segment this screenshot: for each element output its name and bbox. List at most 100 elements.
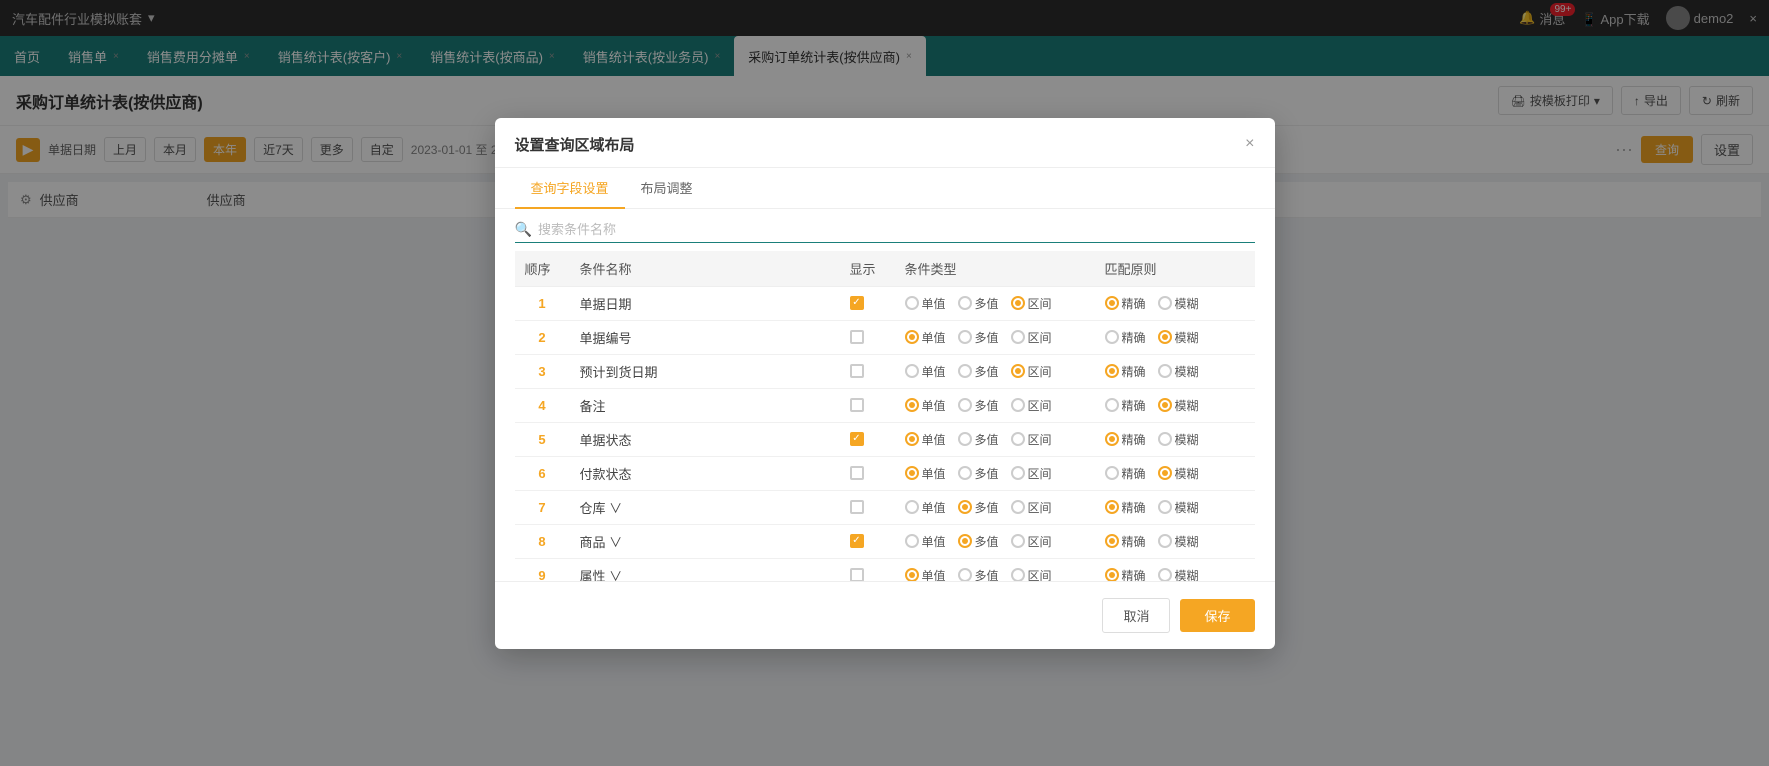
type-radio-单值[interactable]: 单值 — [905, 363, 946, 380]
condition-name-cell: 单据日期 — [570, 286, 840, 320]
type-radio-区间[interactable]: 区间 — [1011, 499, 1052, 516]
type-radio-多值[interactable]: 多值 — [958, 397, 999, 414]
condition-name-cell: 属性 ∨ — [570, 558, 840, 581]
display-checkbox-cell[interactable] — [840, 456, 895, 490]
display-checkbox-cell[interactable] — [840, 524, 895, 558]
type-radio-多值[interactable]: 多值 — [958, 567, 999, 581]
display-checkbox[interactable] — [850, 568, 864, 581]
display-checkbox[interactable] — [850, 534, 864, 548]
display-checkbox[interactable] — [850, 398, 864, 412]
display-checkbox-cell[interactable] — [840, 286, 895, 320]
type-radio-区间[interactable]: 区间 — [1011, 567, 1052, 581]
match-radio-模糊[interactable]: 模糊 — [1158, 329, 1199, 346]
radio-circle — [905, 534, 919, 548]
match-radio-模糊[interactable]: 模糊 — [1158, 431, 1199, 448]
display-checkbox[interactable] — [850, 432, 864, 446]
type-radio-单值[interactable]: 单值 — [905, 295, 946, 312]
match-cell: 精确模糊 — [1095, 286, 1255, 320]
order-cell: 5 — [515, 422, 570, 456]
match-radio-模糊[interactable]: 模糊 — [1158, 533, 1199, 550]
match-cell: 精确模糊 — [1095, 490, 1255, 524]
modal-table: 顺序 条件名称 显示 条件类型 匹配原则 1单据日期单值多值区间精确模糊2单据编… — [515, 251, 1255, 581]
type-radio-单值[interactable]: 单值 — [905, 431, 946, 448]
display-checkbox-cell[interactable] — [840, 490, 895, 524]
radio-circle — [1011, 432, 1025, 446]
type-radio-单值[interactable]: 单值 — [905, 329, 946, 346]
display-checkbox[interactable] — [850, 364, 864, 378]
type-radio-单值[interactable]: 单值 — [905, 567, 946, 581]
match-radio-模糊[interactable]: 模糊 — [1158, 499, 1199, 516]
radio-circle — [1105, 364, 1119, 378]
tab-layout-adjust[interactable]: 布局调整 — [625, 168, 709, 209]
order-cell: 8 — [515, 524, 570, 558]
condition-name-cell: 预计到货日期 — [570, 354, 840, 388]
col-order: 顺序 — [515, 251, 570, 287]
radio-circle — [1011, 466, 1025, 480]
search-input[interactable] — [538, 222, 738, 237]
radio-circle — [1011, 296, 1025, 310]
display-checkbox-cell[interactable] — [840, 388, 895, 422]
table-row: 2单据编号单值多值区间精确模糊 — [515, 320, 1255, 354]
match-radio-精确[interactable]: 精确 — [1105, 499, 1146, 516]
match-radio-精确[interactable]: 精确 — [1105, 431, 1146, 448]
type-radio-单值[interactable]: 单值 — [905, 397, 946, 414]
cancel-btn[interactable]: 取消 — [1102, 598, 1170, 633]
table-row: 6付款状态单值多值区间精确模糊 — [515, 456, 1255, 490]
display-checkbox-cell[interactable] — [840, 558, 895, 581]
type-radio-区间[interactable]: 区间 — [1011, 397, 1052, 414]
match-radio-模糊[interactable]: 模糊 — [1158, 295, 1199, 312]
col-match: 匹配原则 — [1095, 251, 1255, 287]
tab-query-fields[interactable]: 查询字段设置 — [515, 168, 625, 209]
save-btn[interactable]: 保存 — [1180, 599, 1254, 632]
display-checkbox[interactable] — [850, 296, 864, 310]
match-radio-模糊[interactable]: 模糊 — [1158, 465, 1199, 482]
match-radio-精确[interactable]: 精确 — [1105, 397, 1146, 414]
display-checkbox-cell[interactable] — [840, 422, 895, 456]
type-radio-多值[interactable]: 多值 — [958, 363, 999, 380]
display-checkbox[interactable] — [850, 466, 864, 480]
display-checkbox-cell[interactable] — [840, 320, 895, 354]
type-radio-单值[interactable]: 单值 — [905, 499, 946, 516]
type-radio-多值[interactable]: 多值 — [958, 465, 999, 482]
type-radio-单值[interactable]: 单值 — [905, 533, 946, 550]
type-radio-多值[interactable]: 多值 — [958, 499, 999, 516]
table-row: 4备注单值多值区间精确模糊 — [515, 388, 1255, 422]
match-radio-精确[interactable]: 精确 — [1105, 295, 1146, 312]
radio-circle — [1011, 500, 1025, 514]
type-radio-多值[interactable]: 多值 — [958, 431, 999, 448]
match-radio-模糊[interactable]: 模糊 — [1158, 363, 1199, 380]
condition-name-cell: 商品 ∨ — [570, 524, 840, 558]
type-radio-区间[interactable]: 区间 — [1011, 533, 1052, 550]
radio-circle — [958, 398, 972, 412]
table-row: 7仓库 ∨单值多值区间精确模糊 — [515, 490, 1255, 524]
type-cell: 单值多值区间 — [895, 388, 1095, 422]
display-checkbox-cell[interactable] — [840, 354, 895, 388]
radio-circle — [1158, 568, 1172, 581]
modal-close-btn[interactable]: × — [1245, 135, 1254, 153]
type-radio-区间[interactable]: 区间 — [1011, 465, 1052, 482]
match-radio-模糊[interactable]: 模糊 — [1158, 567, 1199, 581]
type-radio-区间[interactable]: 区间 — [1011, 431, 1052, 448]
type-radio-区间[interactable]: 区间 — [1011, 295, 1052, 312]
match-radio-精确[interactable]: 精确 — [1105, 329, 1146, 346]
radio-circle — [1105, 330, 1119, 344]
search-box: 🔍 — [515, 221, 1255, 243]
match-radio-精确[interactable]: 精确 — [1105, 363, 1146, 380]
match-radio-精确[interactable]: 精确 — [1105, 465, 1146, 482]
display-checkbox[interactable] — [850, 330, 864, 344]
type-radio-单值[interactable]: 单值 — [905, 465, 946, 482]
match-radio-精确[interactable]: 精确 — [1105, 533, 1146, 550]
display-checkbox[interactable] — [850, 500, 864, 514]
type-radio-区间[interactable]: 区间 — [1011, 329, 1052, 346]
match-radio-模糊[interactable]: 模糊 — [1158, 397, 1199, 414]
type-radio-区间[interactable]: 区间 — [1011, 363, 1052, 380]
type-radio-多值[interactable]: 多值 — [958, 329, 999, 346]
search-icon: 🔍 — [515, 221, 532, 238]
match-radio-精确[interactable]: 精确 — [1105, 567, 1146, 581]
radio-circle — [905, 330, 919, 344]
type-radio-多值[interactable]: 多值 — [958, 533, 999, 550]
match-cell: 精确模糊 — [1095, 354, 1255, 388]
type-radio-多值[interactable]: 多值 — [958, 295, 999, 312]
match-cell: 精确模糊 — [1095, 422, 1255, 456]
condition-name-cell: 付款状态 — [570, 456, 840, 490]
